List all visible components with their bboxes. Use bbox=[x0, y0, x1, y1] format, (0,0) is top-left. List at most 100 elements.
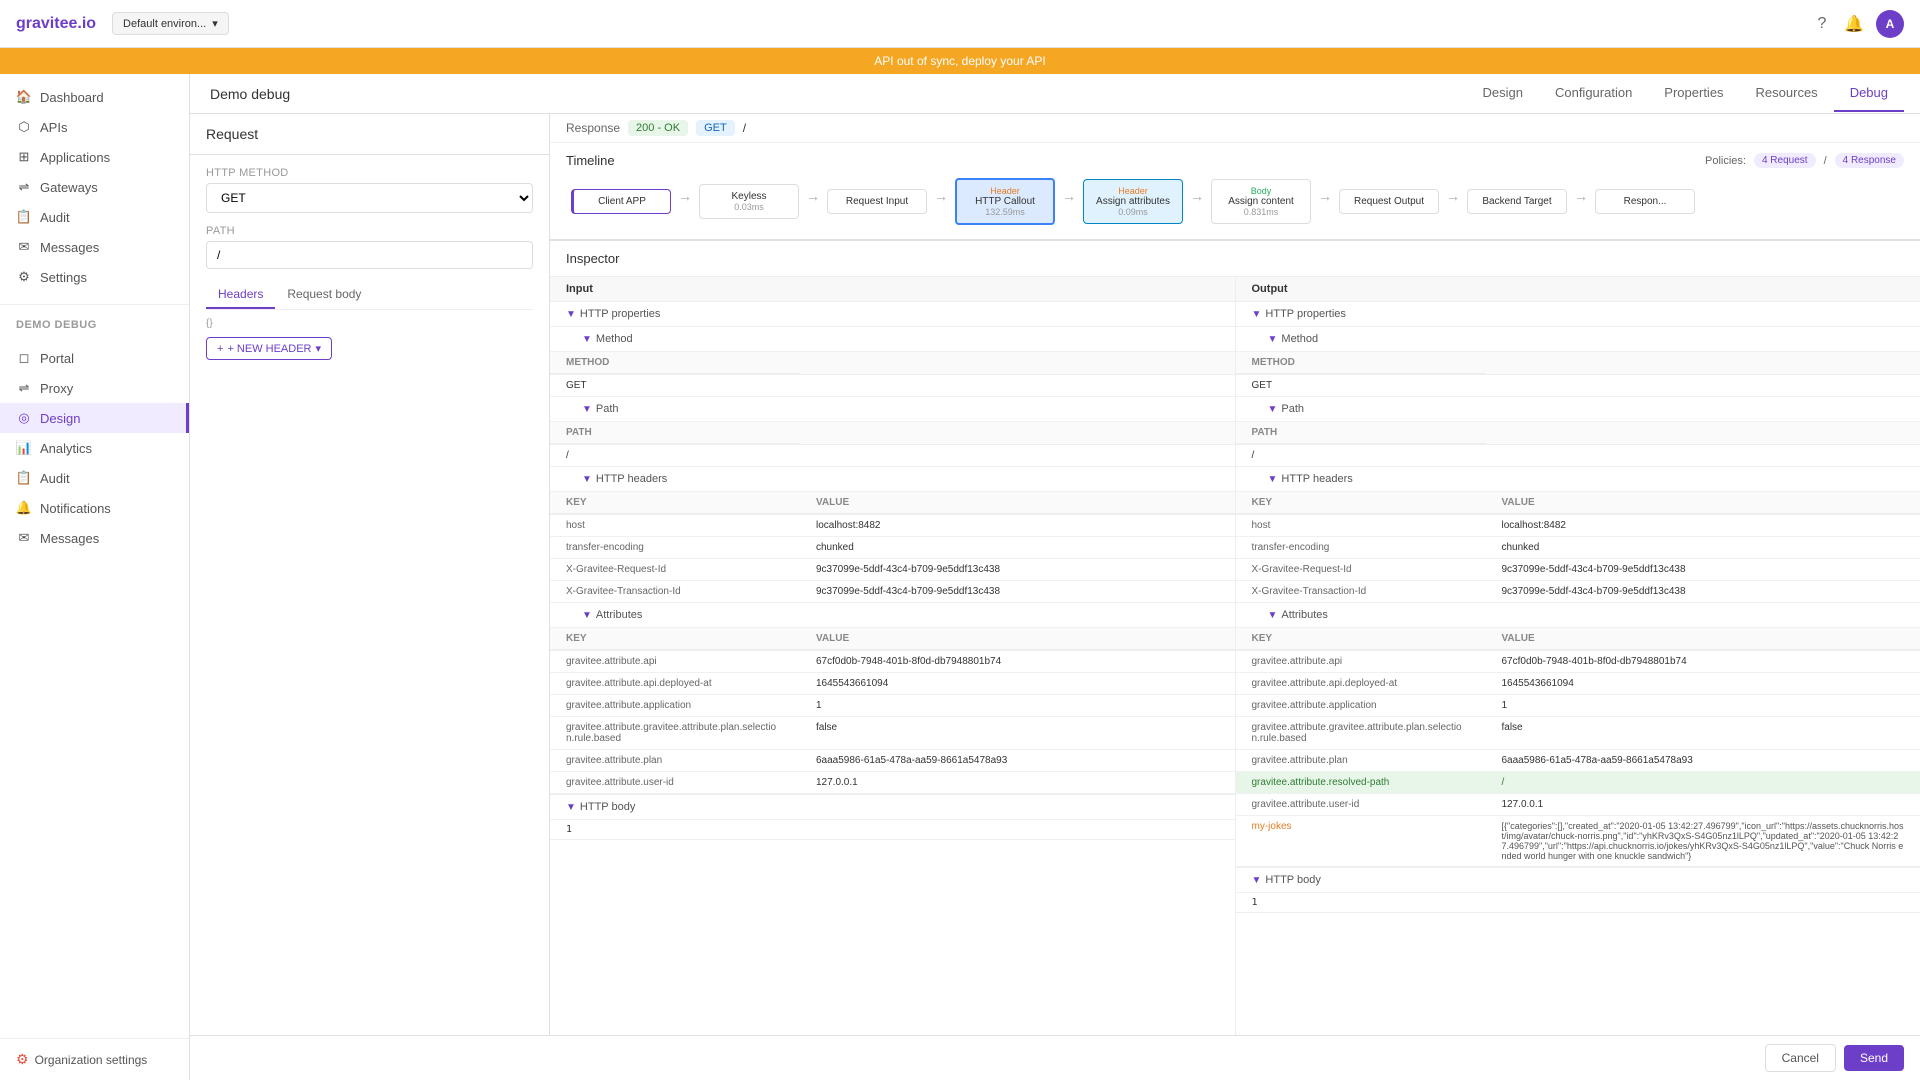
out-attr-val-8: [{"categories":[],"created_at":"2020-01-… bbox=[1486, 816, 1920, 866]
attr-val-2: 1645543661094 bbox=[800, 673, 1235, 694]
tab-properties[interactable]: Properties bbox=[1648, 75, 1739, 112]
sidebar-item-audit2[interactable]: 📋 Audit bbox=[0, 463, 189, 493]
output-http-headers-row[interactable]: ▼ HTTP headers bbox=[1236, 467, 1920, 492]
help-icon[interactable]: ? bbox=[1812, 14, 1832, 34]
org-settings[interactable]: ⚙ Organization settings bbox=[16, 1051, 173, 1068]
sidebar: 🏠 Dashboard ⬡ APIs ⊞ Applications ⇌ Gate… bbox=[0, 74, 190, 1080]
attr-key-4: gravitee.attribute.gravitee.attribute.pl… bbox=[550, 717, 800, 749]
badge-response[interactable]: 4 Response bbox=[1835, 153, 1904, 168]
org-settings-label: Organization settings bbox=[35, 1053, 148, 1067]
settings-icon: ⚙ bbox=[16, 269, 32, 285]
new-header-area: + + NEW HEADER ▾ bbox=[206, 337, 533, 360]
tab-design[interactable]: Design bbox=[1467, 75, 1539, 112]
output-attributes-row[interactable]: ▼ Attributes bbox=[1236, 603, 1920, 628]
out-attr-key-col: KEY bbox=[1236, 628, 1486, 650]
env-selector-label: Default environ... bbox=[123, 18, 206, 30]
timeline-node-keyless[interactable]: Keyless 0.03ms bbox=[694, 184, 804, 219]
demo-debug-header: DEMO DEBUG bbox=[0, 309, 189, 335]
input-http-headers-row[interactable]: ▼ HTTP headers bbox=[550, 467, 1235, 492]
sidebar-item-applications[interactable]: ⊞ Applications bbox=[0, 142, 189, 172]
sidebar-item-gateways[interactable]: ⇌ Gateways bbox=[0, 172, 189, 202]
tab-headers[interactable]: Headers bbox=[206, 281, 275, 309]
sidebar-item-portal[interactable]: ◻ Portal bbox=[0, 343, 189, 373]
sidebar-item-messages[interactable]: ✉ Messages bbox=[0, 232, 189, 262]
output-path-col-headers: PATH bbox=[1236, 422, 1920, 445]
timeline-node-client-app[interactable]: Client APP bbox=[566, 189, 676, 214]
input-method-row[interactable]: ▼ Method bbox=[550, 327, 1235, 352]
cancel-button[interactable]: Cancel bbox=[1765, 1044, 1836, 1072]
timeline-node-request-input[interactable]: Request Input bbox=[822, 189, 932, 214]
env-selector[interactable]: Default environ... ▾ bbox=[112, 12, 229, 35]
tab-request-body[interactable]: Request body bbox=[275, 281, 373, 309]
input-path-data: / bbox=[550, 445, 1235, 467]
out-attr-key-5: gravitee.attribute.plan bbox=[1236, 750, 1486, 771]
send-button[interactable]: Send bbox=[1844, 1045, 1904, 1071]
request-output-title: Request Output bbox=[1348, 196, 1430, 207]
notifications-icon[interactable]: 🔔 bbox=[1844, 14, 1864, 34]
input-method-section: ▼ Method METHOD GET bbox=[550, 327, 1235, 397]
input-http-body-section: ▼ HTTP body 1 bbox=[550, 795, 1235, 840]
tab-debug[interactable]: Debug bbox=[1834, 75, 1904, 112]
input-http-body-row[interactable]: ▼ HTTP body bbox=[550, 795, 1235, 820]
output-method-data: GET bbox=[1236, 375, 1920, 397]
input-attributes-row[interactable]: ▼ Attributes bbox=[550, 603, 1235, 628]
sidebar-item-notifications[interactable]: 🔔 Notifications bbox=[0, 493, 189, 523]
badge-request[interactable]: 4 Request bbox=[1754, 153, 1816, 168]
output-path-section: ▼ Path PATH / bbox=[1236, 397, 1920, 467]
output-path-data: / bbox=[1236, 445, 1920, 467]
input-http-properties-row[interactable]: ▼ HTTP properties bbox=[550, 302, 1235, 327]
collapse-icon5: ▼ bbox=[582, 610, 592, 621]
sidebar-item-proxy[interactable]: ⇌ Proxy bbox=[0, 373, 189, 403]
output-method-row[interactable]: ▼ Method bbox=[1236, 327, 1920, 352]
timeline-node-backend-target[interactable]: Backend Target bbox=[1462, 189, 1572, 214]
path-group: Path bbox=[206, 225, 533, 269]
sidebar-item-label: Messages bbox=[40, 531, 99, 546]
sidebar-item-dashboard[interactable]: 🏠 Dashboard bbox=[0, 82, 189, 112]
sidebar-item-messages2[interactable]: ✉ Messages bbox=[0, 523, 189, 553]
client-app-title: Client APP bbox=[582, 196, 662, 207]
arrow-5: → bbox=[1190, 188, 1204, 204]
avatar[interactable]: A bbox=[1876, 10, 1904, 38]
output-attributes-label: Attributes bbox=[1281, 609, 1327, 621]
timeline-node-response[interactable]: Respon... bbox=[1590, 189, 1700, 214]
input-path-row[interactable]: ▼ Path bbox=[550, 397, 1235, 422]
timeline-node-request-output[interactable]: Request Output bbox=[1334, 189, 1444, 214]
http-method-select[interactable]: GET POST PUT DELETE bbox=[206, 183, 533, 213]
output-http-headers-col-headers: KEY VALUE bbox=[1236, 492, 1920, 515]
output-http-body-row[interactable]: ▼ HTTP body bbox=[1236, 868, 1920, 893]
input-attr-row-5: gravitee.attribute.plan 6aaa5986-61a5-47… bbox=[550, 750, 1235, 772]
new-header-button[interactable]: + + NEW HEADER ▾ bbox=[206, 337, 332, 360]
audit-icon: 📋 bbox=[16, 209, 32, 225]
keyless-title: Keyless bbox=[708, 191, 790, 202]
input-method-data: GET bbox=[550, 375, 1235, 397]
http-body-label: HTTP body bbox=[580, 801, 635, 813]
output-attr-row-5: gravitee.attribute.plan 6aaa5986-61a5-47… bbox=[1236, 750, 1920, 772]
request-tabs: Headers Request body bbox=[206, 281, 533, 310]
sidebar-item-label: Proxy bbox=[40, 381, 73, 396]
output-path-row[interactable]: ▼ Path bbox=[1236, 397, 1920, 422]
sidebar-item-audit[interactable]: 📋 Audit bbox=[0, 202, 189, 232]
attr-val-3: 1 bbox=[800, 695, 1235, 716]
output-method-value: GET bbox=[1236, 375, 1920, 396]
output-attr-row-8-myjokes: my-jokes [{"categories":[],"created_at":… bbox=[1236, 816, 1920, 867]
sidebar-item-apis[interactable]: ⬡ APIs bbox=[0, 112, 189, 142]
input-header-row-2: transfer-encoding chunked bbox=[550, 537, 1235, 559]
timeline-node-assign-content[interactable]: Body Assign content 0.831ms bbox=[1206, 179, 1316, 224]
sidebar-item-settings[interactable]: ⚙ Settings bbox=[0, 262, 189, 292]
timeline-node-http-callout[interactable]: Header HTTP Callout 132.59ms bbox=[950, 178, 1060, 225]
sidebar-item-analytics[interactable]: 📊 Analytics bbox=[0, 433, 189, 463]
timeline-node-assign-attributes[interactable]: Header Assign attributes 0.09ms bbox=[1078, 179, 1188, 224]
assign-attr-type: Header bbox=[1092, 186, 1174, 196]
top-tabs: Design Configuration Properties Resource… bbox=[1467, 75, 1905, 112]
slash-sep: / bbox=[1824, 155, 1827, 167]
tab-resources[interactable]: Resources bbox=[1740, 75, 1834, 112]
sidebar-item-design[interactable]: ◎ Design bbox=[0, 403, 189, 433]
attr-val-4: false bbox=[800, 717, 1235, 749]
response-badge: Response 200 - OK GET / bbox=[550, 114, 1920, 143]
path-input[interactable] bbox=[206, 241, 533, 269]
output-http-properties-row[interactable]: ▼ HTTP properties bbox=[1236, 302, 1920, 327]
output-method-section: ▼ Method METHOD GET bbox=[1236, 327, 1920, 397]
out-key-4: X-Gravitee-Transaction-Id bbox=[1236, 581, 1486, 602]
tab-configuration[interactable]: Configuration bbox=[1539, 75, 1648, 112]
request-header: Request bbox=[190, 114, 549, 155]
